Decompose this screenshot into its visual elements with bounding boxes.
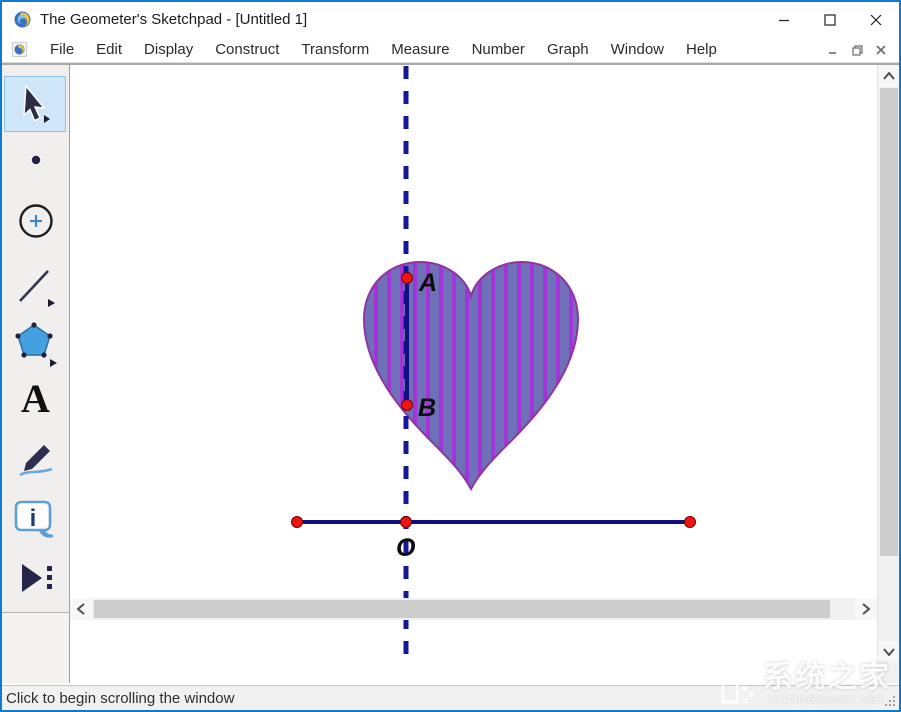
horizontal-scrollbar[interactable] <box>70 598 877 620</box>
scroll-up-button[interactable] <box>878 65 900 87</box>
document-icon[interactable] <box>12 42 27 57</box>
menu-graph[interactable]: Graph <box>536 38 600 61</box>
mdi-close-button[interactable] <box>869 40 893 60</box>
information-tool[interactable]: i <box>2 493 69 547</box>
minimize-icon <box>779 19 789 21</box>
vertical-scrollbar[interactable] <box>877 65 900 663</box>
menu-bar: File Edit Display Construct Transform Me… <box>2 37 899 63</box>
heart-shape[interactable] <box>362 260 580 492</box>
chevron-left-icon <box>77 603 85 615</box>
scroll-down-button[interactable] <box>878 641 900 663</box>
label-b[interactable]: B <box>418 394 436 422</box>
mdi-close-icon <box>876 45 886 55</box>
point-b[interactable] <box>401 399 413 411</box>
mdi-minimize-icon <box>829 52 836 54</box>
selection-arrow-tool[interactable] <box>4 76 66 132</box>
point-icon <box>31 155 40 165</box>
application-window: The Geometer's Sketchpad - [Untitled 1] … <box>0 0 901 712</box>
mdi-restore-button[interactable] <box>845 40 869 60</box>
title-bar: The Geometer's Sketchpad - [Untitled 1] <box>2 2 899 37</box>
mdi-window-controls <box>821 37 893 63</box>
point-tool[interactable] <box>2 147 69 173</box>
main-area: A i A B O <box>2 63 900 665</box>
custom-tools[interactable] <box>2 553 69 603</box>
menu-help[interactable]: Help <box>675 38 728 61</box>
menu-items: File Edit Display Construct Transform Me… <box>39 38 728 61</box>
minimize-button[interactable] <box>761 2 807 37</box>
toolbox: A i <box>2 65 70 665</box>
resize-grip-icon[interactable] <box>884 695 896 707</box>
toolbox-empty-panel <box>2 613 69 665</box>
menu-edit[interactable]: Edit <box>85 38 133 61</box>
marker-tool[interactable] <box>2 433 69 485</box>
app-logo-icon <box>14 11 31 28</box>
sketch-canvas[interactable]: A B O <box>70 65 857 663</box>
menu-window[interactable]: Window <box>600 38 675 61</box>
label-o[interactable]: O <box>396 534 416 562</box>
status-bar: Click to begin scrolling the window <box>2 685 899 710</box>
menu-transform[interactable]: Transform <box>290 38 380 61</box>
menu-file[interactable]: File <box>39 38 85 61</box>
marker-icon <box>18 445 52 477</box>
chevron-down-icon <box>883 648 895 656</box>
segment-icon <box>18 270 55 307</box>
point-o[interactable] <box>400 516 412 528</box>
point-right-endpoint[interactable] <box>684 516 696 528</box>
scroll-right-button[interactable] <box>855 598 877 620</box>
point-left-endpoint[interactable] <box>291 516 303 528</box>
custom-tools-icon <box>21 564 52 592</box>
svg-text:i: i <box>29 505 36 532</box>
status-message: Click to begin scrolling the window <box>6 689 235 707</box>
point-a[interactable] <box>401 272 413 284</box>
mdi-restore-icon <box>851 44 863 56</box>
horizontal-scroll-thumb[interactable] <box>94 600 830 618</box>
close-icon <box>870 14 882 25</box>
window-title: The Geometer's Sketchpad - [Untitled 1] <box>40 11 308 28</box>
compass-circle-icon <box>18 204 53 238</box>
text-tool[interactable]: A <box>2 375 69 423</box>
label-a[interactable]: A <box>418 269 437 297</box>
chevron-up-icon <box>883 72 895 80</box>
menu-construct[interactable]: Construct <box>204 38 290 61</box>
straightedge-tool[interactable] <box>2 257 69 315</box>
scrollbar-corner <box>877 661 899 683</box>
selection-arrow-icon <box>23 84 50 123</box>
menu-measure[interactable]: Measure <box>380 38 460 61</box>
polygon-tool[interactable] <box>2 315 69 371</box>
maximize-button[interactable] <box>807 2 853 37</box>
scroll-left-button[interactable] <box>70 598 92 620</box>
text-tool-glyph: A <box>21 376 50 421</box>
close-button[interactable] <box>853 2 899 37</box>
menu-number[interactable]: Number <box>461 38 536 61</box>
vertical-scroll-thumb[interactable] <box>880 88 898 556</box>
maximize-icon <box>824 13 836 26</box>
chevron-right-icon <box>862 603 870 615</box>
toolbox-footer-panel <box>2 661 70 683</box>
menu-display[interactable]: Display <box>133 38 204 61</box>
polygon-icon <box>14 322 57 367</box>
mdi-minimize-button[interactable] <box>821 40 845 60</box>
compass-tool[interactable] <box>2 193 69 249</box>
info-bubble-icon: i <box>14 500 53 538</box>
